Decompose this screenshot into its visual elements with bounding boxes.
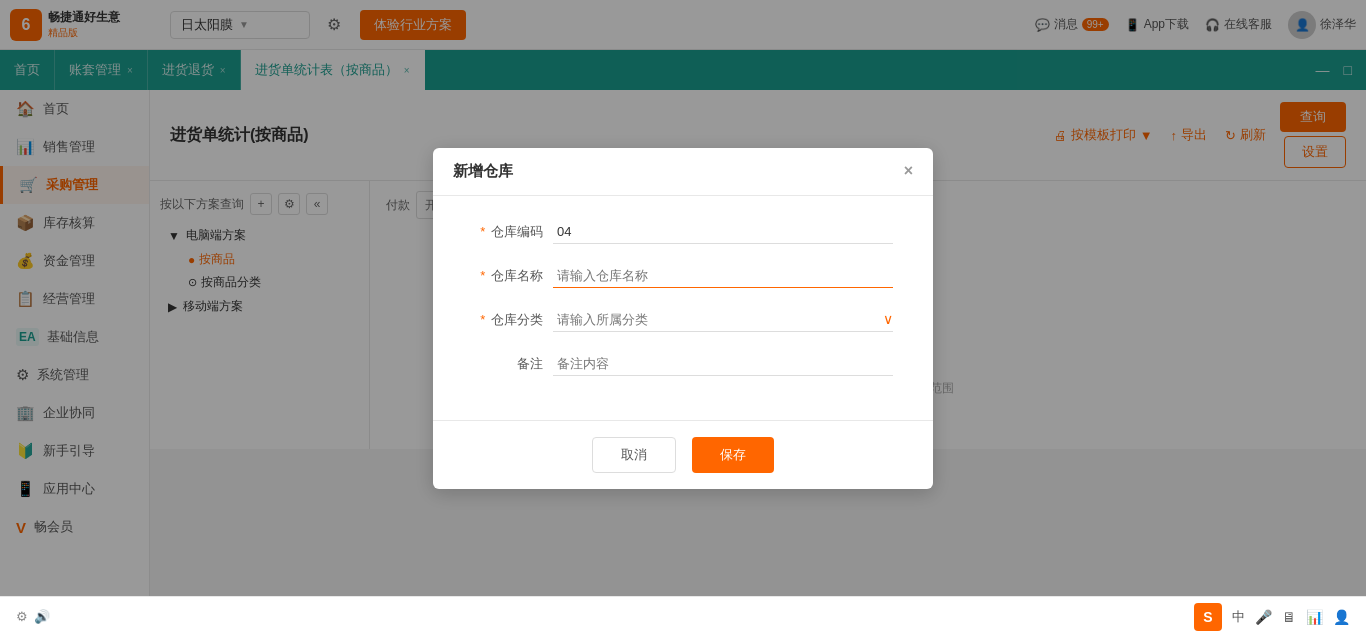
category-required-star: * [480,312,485,327]
bottom-chart-icon[interactable]: 📊 [1306,609,1323,625]
name-label: * 仓库名称 [473,267,553,285]
cancel-button[interactable]: 取消 [592,437,676,473]
form-row-code: * 仓库编码 [473,220,893,244]
volume-icon[interactable]: 🔊 [34,609,50,624]
save-button[interactable]: 保存 [692,437,774,473]
warehouse-name-input[interactable] [553,264,893,288]
form-row-note: 备注 [473,352,893,376]
warehouse-code-input[interactable] [553,220,893,244]
category-label: * 仓库分类 [473,311,553,329]
new-warehouse-modal: 新增仓库 × * 仓库编码 * 仓库名称 [433,148,933,489]
bottom-user-icon[interactable]: 👤 [1333,609,1350,625]
category-dropdown-arrow[interactable]: ∨ [883,311,893,327]
name-required-star: * [480,268,485,283]
form-row-category: * 仓库分类 ∨ [473,308,893,332]
note-label: 备注 [473,355,553,373]
bottom-bar: ⚙ 🔊 S 中 🎤 🖥 📊 👤 [0,596,1366,636]
form-row-name: * 仓库名称 [473,264,893,288]
modal-body: * 仓库编码 * 仓库名称 * 仓库分类 [433,196,933,420]
warehouse-category-input[interactable] [553,308,883,331]
note-input[interactable] [553,352,893,376]
category-label-text: 仓库分类 [491,312,543,327]
code-required-star: * [480,224,485,239]
note-label-text: 备注 [517,356,543,371]
code-label-text: 仓库编码 [491,224,543,239]
modal-footer: 取消 保存 [433,420,933,489]
modal-overlay[interactable]: 新增仓库 × * 仓库编码 * 仓库名称 [0,0,1366,636]
bottom-text-icon[interactable]: 中 [1232,608,1245,626]
modal-close-button[interactable]: × [904,163,913,179]
bottom-mic-icon[interactable]: 🎤 [1255,609,1272,625]
bottom-monitor-icon[interactable]: 🖥 [1282,609,1296,625]
modal-title: 新增仓库 [453,162,513,181]
modal-header: 新增仓库 × [433,148,933,196]
sidebar-bottom-controls: ⚙ 🔊 [16,609,50,624]
category-select-wrapper: ∨ [553,308,893,332]
code-label: * 仓库编码 [473,223,553,241]
name-label-text: 仓库名称 [491,268,543,283]
settings-icon[interactable]: ⚙ [16,609,28,624]
bottom-s-logo: S [1194,603,1222,631]
bottom-icons: S 中 🎤 🖥 📊 👤 [1194,603,1350,631]
